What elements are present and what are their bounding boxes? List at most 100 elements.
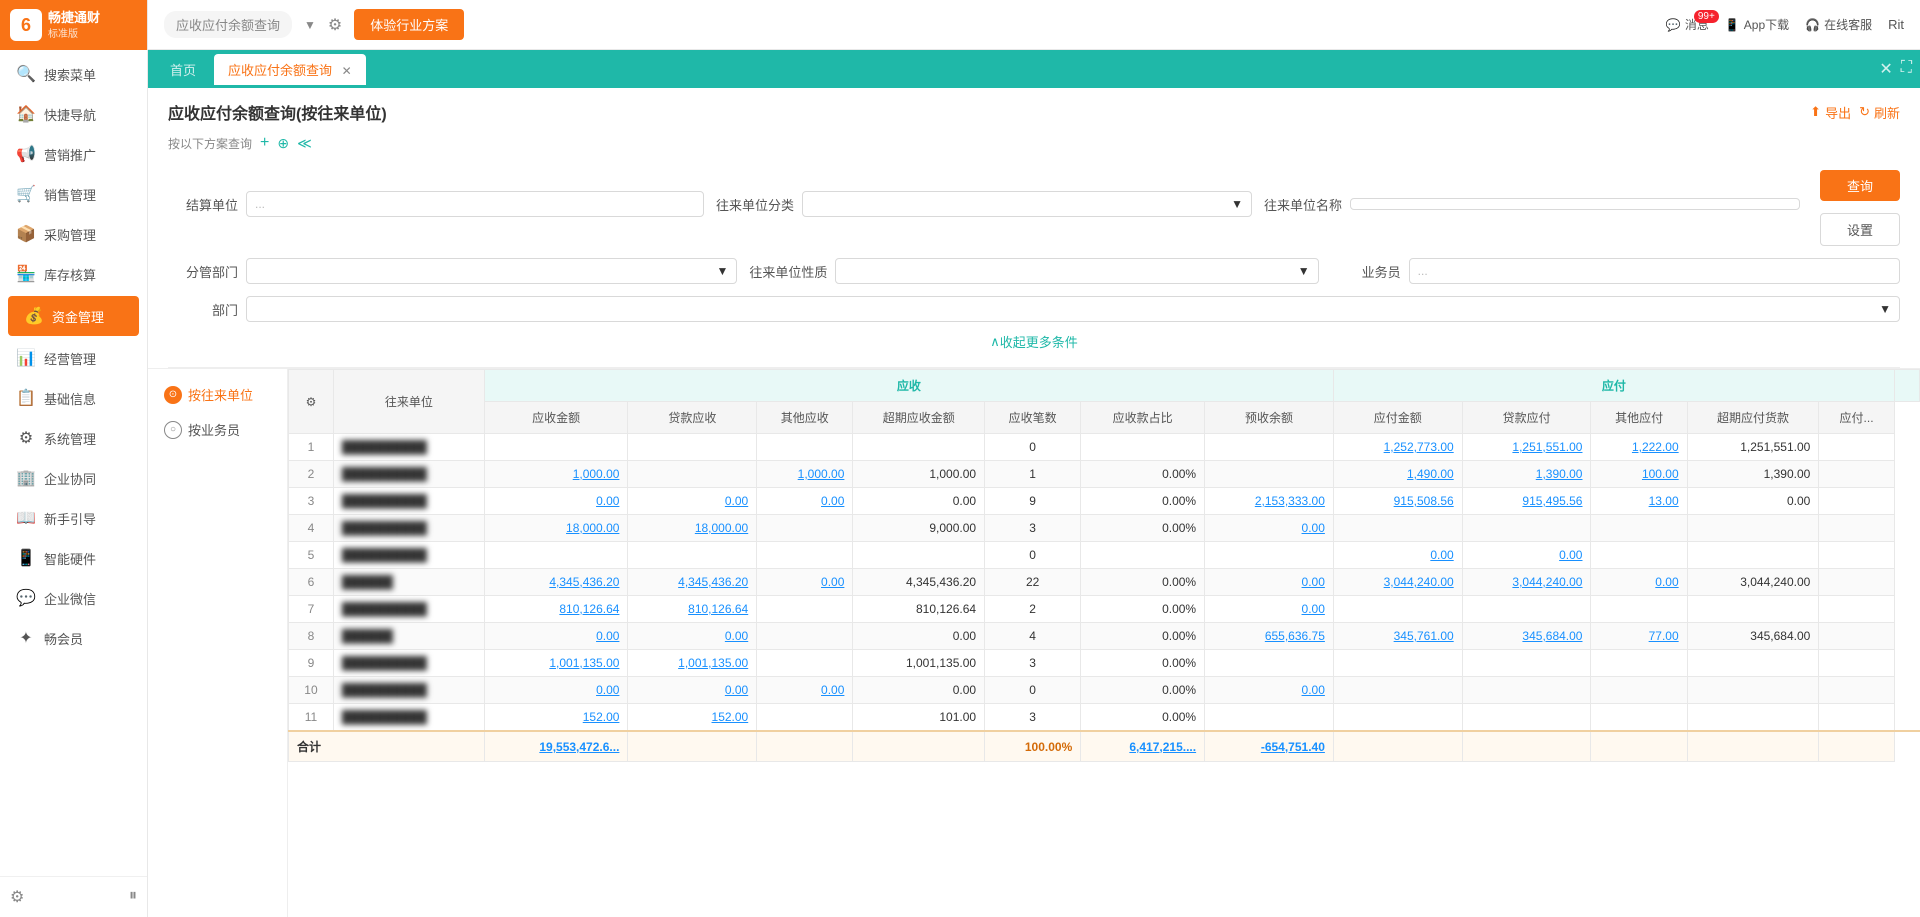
logo-icon: 6 xyxy=(10,9,42,41)
sidebar-item-weixin[interactable]: 💬企业微信 xyxy=(0,578,147,618)
row-ar-amount[interactable]: 1,001,135.00 xyxy=(484,650,628,677)
row-loan-ar[interactable]: 0.00 xyxy=(628,488,757,515)
row-loan-ar[interactable]: 810,126.64 xyxy=(628,596,757,623)
row-advance[interactable]: 0.00 xyxy=(1205,569,1334,596)
top-nav-dropdown-btn[interactable]: ▼ xyxy=(304,18,316,32)
sidebar-item-sales[interactable]: 🛒销售管理 xyxy=(0,174,147,214)
row-ar-amount[interactable]: 18,000.00 xyxy=(484,515,628,542)
row-other-ar[interactable]: 0.00 xyxy=(757,488,853,515)
sidebar-item-hardware[interactable]: 📱智能硬件 xyxy=(0,538,147,578)
row-overdue-ap xyxy=(1687,596,1819,623)
sidebar-item-operations[interactable]: 📊经营管理 xyxy=(0,338,147,378)
row-other-ar[interactable]: 0.00 xyxy=(757,569,853,596)
jiesuan-input[interactable]: ... xyxy=(246,191,704,217)
sidebar-settings-btn[interactable]: ⚙ xyxy=(10,887,24,907)
message-btn[interactable]: 💬 消息 99+ xyxy=(1666,16,1709,33)
row-ar-amount[interactable]: 810,126.64 xyxy=(484,596,628,623)
row-ar-amount[interactable]: 0.00 xyxy=(484,623,628,650)
search-row-1: 结算单位 ... 往来单位分类 ▼ xyxy=(168,162,1900,246)
set-btn[interactable]: 设置 xyxy=(1820,213,1900,246)
sidebar-item-system[interactable]: ⚙系统管理 xyxy=(0,418,147,458)
row-ap-amount[interactable]: 345,761.00 xyxy=(1333,623,1462,650)
sidebar-item-member[interactable]: ✦畅会员 xyxy=(0,618,147,658)
row-other-ap[interactable]: 13.00 xyxy=(1591,488,1687,515)
user-profile-btn[interactable]: Rit xyxy=(1888,17,1904,32)
row-loan-ap[interactable]: 3,044,240.00 xyxy=(1462,569,1591,596)
row-loan-ar[interactable]: 18,000.00 xyxy=(628,515,757,542)
row-ar-amount[interactable]: 0.00 xyxy=(484,488,628,515)
row-ar-amount[interactable]: 0.00 xyxy=(484,677,628,704)
sidebar-item-enterprise[interactable]: 🏢企业协同 xyxy=(0,458,147,498)
sidebar-item-guide[interactable]: 📖新手引导 xyxy=(0,498,147,538)
row-ap-amount[interactable]: 3,044,240.00 xyxy=(1333,569,1462,596)
row-advance[interactable]: 0.00 xyxy=(1205,515,1334,542)
sidebar-item-basic-info[interactable]: 📋基础信息 xyxy=(0,378,147,418)
row-other-ap[interactable]: 77.00 xyxy=(1591,623,1687,650)
query-btn[interactable]: 查询 xyxy=(1820,170,1900,201)
row-other-ap[interactable]: 0.00 xyxy=(1591,569,1687,596)
tab-ar-query[interactable]: 应收应付余额查询 ✕ xyxy=(214,54,366,85)
row-ar-amount[interactable]: 1,000.00 xyxy=(484,461,628,488)
filter-by-salesperson[interactable]: ○ 按业务员 xyxy=(148,412,287,447)
refresh-btn[interactable]: ↻ 刷新 xyxy=(1859,103,1900,122)
row-other-ar[interactable]: 1,000.00 xyxy=(757,461,853,488)
row-advance[interactable]: 2,153,333.00 xyxy=(1205,488,1334,515)
row-ap-amount[interactable]: 1,490.00 xyxy=(1333,461,1462,488)
collapse-more-btn[interactable]: ∧ 收起更多条件 xyxy=(168,326,1900,357)
dept-select[interactable]: ▼ xyxy=(246,296,1900,322)
row-other-ar xyxy=(757,542,853,569)
export-btn[interactable]: ⬆ 导出 xyxy=(1810,103,1851,122)
row-loan-ar[interactable]: 1,001,135.00 xyxy=(628,650,757,677)
sidebar-collapse-btn[interactable]: ⏸ xyxy=(129,887,137,907)
unit-category-select[interactable]: ▼ xyxy=(802,191,1252,217)
app-label: App下载 xyxy=(1744,16,1789,33)
search-settings-icon[interactable]: ⊕ xyxy=(277,135,289,152)
unit-name-input[interactable] xyxy=(1350,198,1800,210)
sidebar-item-purchase[interactable]: 📦采购管理 xyxy=(0,214,147,254)
promo-btn[interactable]: 体验行业方案 xyxy=(354,9,464,40)
salesperson-input[interactable]: ... xyxy=(1409,258,1900,284)
sidebar-item-finance[interactable]: 💰资金管理 xyxy=(8,296,139,336)
row-ap-amount[interactable]: 0.00 xyxy=(1333,542,1462,569)
unit-nature-select[interactable]: ▼ xyxy=(835,258,1318,284)
row-loan-ap[interactable]: 915,495.56 xyxy=(1462,488,1591,515)
online-service-btn[interactable]: 🎧 在线客服 xyxy=(1805,16,1872,33)
top-nav-gear-btn[interactable]: ⚙ xyxy=(328,15,342,35)
row-loan-ar[interactable]: 0.00 xyxy=(628,623,757,650)
row-ap-amount[interactable]: 915,508.56 xyxy=(1333,488,1462,515)
footer-ar-total[interactable]: 19,553,472.6... xyxy=(484,731,628,762)
row-loan-ar[interactable]: 0.00 xyxy=(628,677,757,704)
row-loan-ar[interactable]: 152.00 xyxy=(628,704,757,732)
row-loan-ap[interactable]: 1,251,551.00 xyxy=(1462,434,1591,461)
row-advance[interactable]: 655,636.75 xyxy=(1205,623,1334,650)
footer-advance[interactable]: 6,417,215.... xyxy=(1081,731,1205,762)
sidebar-item-quick-nav[interactable]: 🏠快捷导航 xyxy=(0,94,147,134)
search-back-icon[interactable]: ≪ xyxy=(297,135,312,152)
col-ar-ratio: 应收款占比 xyxy=(1081,402,1205,434)
sidebar-item-search-menu[interactable]: 🔍搜索菜单 xyxy=(0,54,147,94)
tab-home[interactable]: 首页 xyxy=(156,54,210,85)
tab-close-btn[interactable]: ✕ xyxy=(342,64,352,78)
sidebar-item-marketing[interactable]: 📢营销推广 xyxy=(0,134,147,174)
row-other-ar[interactable]: 0.00 xyxy=(757,677,853,704)
tab-close-window-btn[interactable]: ✕ xyxy=(1879,59,1892,79)
app-download-btn[interactable]: 📱 App下载 xyxy=(1725,16,1789,33)
sidebar-item-inventory[interactable]: 🏪库存核算 xyxy=(0,254,147,294)
tab-expand-btn[interactable]: ⛶ xyxy=(1901,59,1912,79)
row-other-ap[interactable]: 100.00 xyxy=(1591,461,1687,488)
row-advance[interactable]: 0.00 xyxy=(1205,596,1334,623)
search-add-btn[interactable]: + xyxy=(260,134,269,152)
row-loan-ap[interactable]: 1,390.00 xyxy=(1462,461,1591,488)
row-other-ap[interactable]: 1,222.00 xyxy=(1591,434,1687,461)
row-ar-amount[interactable]: 4,345,436.20 xyxy=(484,569,628,596)
row-ap-amount[interactable]: 1,252,773.00 xyxy=(1333,434,1462,461)
row-loan-ap[interactable]: 345,684.00 xyxy=(1462,623,1591,650)
row-advance[interactable]: 0.00 xyxy=(1205,677,1334,704)
row-loan-ar[interactable]: 4,345,436.20 xyxy=(628,569,757,596)
row-ar-amount[interactable]: 152.00 xyxy=(484,704,628,732)
row-loan-ap[interactable]: 0.00 xyxy=(1462,542,1591,569)
fenguan-select[interactable]: ▼ xyxy=(246,258,737,284)
footer-ap-total[interactable]: -654,751.40 xyxy=(1205,731,1334,762)
filter-by-unit[interactable]: ⊙ 按往来单位 xyxy=(148,377,287,412)
col-gear[interactable]: ⚙ xyxy=(289,370,334,434)
